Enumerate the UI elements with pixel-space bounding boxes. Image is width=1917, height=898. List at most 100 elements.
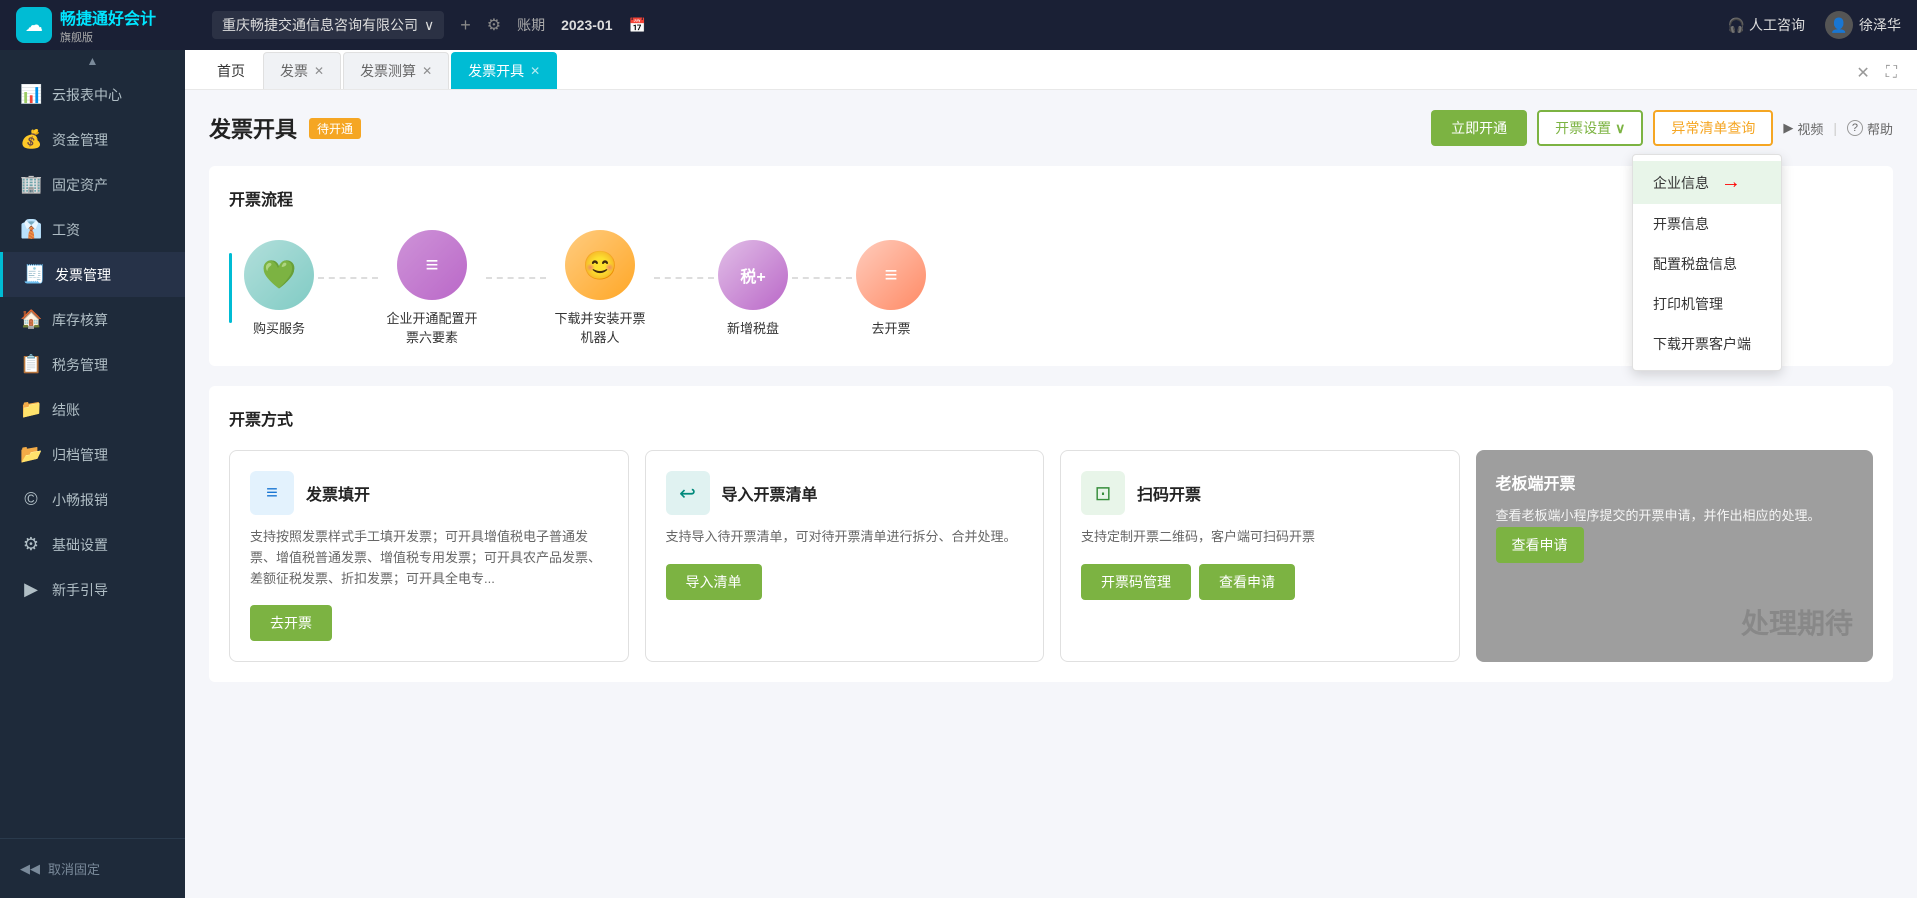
sidebar-item-salary[interactable]: 👔 工资 [0, 207, 185, 252]
dropdown-item-tax-disk[interactable]: 配置税盘信息 [1633, 244, 1781, 284]
flow-section-title: 开票流程 [229, 186, 1873, 210]
tax-icon: 📋 [20, 354, 42, 375]
boss-card-desc: 查看老板端小程序提交的开票申请，并作出相应的处理。 [1496, 506, 1854, 527]
sidebar-item-archive[interactable]: 📂 归档管理 [0, 432, 185, 477]
sidebar-item-invoice[interactable]: 🧾 发票管理 [0, 252, 185, 297]
chevron-down-icon: ∨ [424, 17, 434, 34]
boss-view-apply-button[interactable]: 查看申请 [1496, 527, 1584, 563]
sidebar-item-capital[interactable]: 💰 资金管理 [0, 117, 185, 162]
sidebar-item-tax[interactable]: 📋 税务管理 [0, 342, 185, 387]
logo-area: ☁ 畅捷通好会计 旗舰版 [16, 5, 196, 45]
main-layout: ▲ 📊 云报表中心 💰 资金管理 🏢 固定资产 👔 工资 🧾 发票管理 [0, 50, 1917, 898]
sidebar-item-label: 税务管理 [52, 355, 108, 375]
method-scan-desc: 支持定制开票二维码，客户端可扫码开票 [1081, 527, 1439, 548]
logo-icon: ☁ [16, 7, 52, 43]
method-scan-header: ⊡ 扫码开票 [1081, 471, 1439, 515]
tab-home[interactable]: 首页 [201, 53, 261, 89]
sidebar-item-label: 新手引导 [52, 580, 108, 600]
tab-invoice-issue[interactable]: 发票开具 ✕ [451, 52, 557, 89]
content-area: 首页 发票 ✕ 发票测算 ✕ 发票开具 ✕ ✕ ⛶ [185, 50, 1917, 898]
collapse-icon: ◀◀ [20, 861, 40, 877]
flow-step-config: ≡ 企业开通配置开票六要素 [382, 230, 482, 346]
settings-button[interactable]: 开票设置 ∨ [1537, 110, 1643, 146]
method-fill-icon: ≡ [250, 471, 294, 515]
tab-invoice-calc[interactable]: 发票测算 ✕ [343, 52, 449, 89]
period-value: 2023-01 [561, 17, 612, 33]
tab-invoice-issue-close[interactable]: ✕ [530, 64, 540, 78]
sidebar-scroll-up[interactable]: ▲ [0, 50, 185, 72]
dropdown-item-invoice-info[interactable]: 开票信息 [1633, 204, 1781, 244]
flow-step-issue: ≡ 去开票 [856, 240, 926, 337]
method-scan-icon: ⊡ [1081, 471, 1125, 515]
sidebar-item-closing[interactable]: 📁 结账 [0, 387, 185, 432]
red-arrow-icon: → [1721, 171, 1741, 193]
abnormal-list-button[interactable]: 异常清单查询 [1653, 110, 1773, 146]
dropdown-item-printer[interactable]: 打印机管理 [1633, 284, 1781, 324]
tab-invoice[interactable]: 发票 ✕ [263, 52, 341, 89]
dropdown-item-label: 企业信息 [1653, 175, 1709, 191]
sidebar-item-cloud-reports[interactable]: 📊 云报表中心 [0, 72, 185, 117]
settings-sidebar-icon: ⚙ [20, 534, 42, 555]
flow-steps: 💚 购买服务 ≡ 企业开通配置开票六要素 😊 下载并安装开票机器人 [229, 230, 1873, 346]
step-config-label: 企业开通配置开票六要素 [382, 308, 482, 346]
method-card-scan: ⊡ 扫码开票 支持定制开票二维码，客户端可扫码开票 开票码管理 查看申请 [1060, 450, 1460, 662]
scan-qr-manage-button[interactable]: 开票码管理 [1081, 564, 1191, 600]
collapse-label: 取消固定 [48, 859, 100, 878]
tab-maximize-button[interactable]: ⛶ [1882, 62, 1901, 84]
sidebar-collapse-button[interactable]: ◀◀ 取消固定 [0, 849, 185, 888]
consult-button[interactable]: 🎧 人工咨询 [1728, 15, 1805, 35]
archive-icon: 📂 [20, 444, 42, 465]
reimbursement-icon: © [20, 489, 42, 510]
scan-view-apply-button[interactable]: 查看申请 [1199, 564, 1295, 600]
tab-invoice-issue-label: 发票开具 [468, 61, 524, 81]
help-button[interactable]: ? 帮助 [1847, 119, 1893, 138]
step-config-icon: ≡ [397, 230, 467, 300]
invoice-icon: 🧾 [23, 264, 45, 285]
fill-invoice-button[interactable]: 去开票 [250, 605, 332, 641]
import-list-button[interactable]: 导入清单 [666, 564, 762, 600]
tab-invoice-close[interactable]: ✕ [314, 64, 324, 78]
sidebar-scroll: 📊 云报表中心 💰 资金管理 🏢 固定资产 👔 工资 🧾 发票管理 🏠 [0, 72, 185, 838]
sidebar-item-fixed-assets[interactable]: 🏢 固定资产 [0, 162, 185, 207]
sidebar-item-guide[interactable]: ▶ 新手引导 [0, 567, 185, 612]
method-section: 开票方式 ≡ 发票填开 支持按照发票样式手工填开发票；可开具增值税电子普通发票、… [209, 386, 1893, 682]
top-bar: ☁ 畅捷通好会计 旗舰版 重庆畅捷交通信息咨询有限公司 ∨ + ⚙ 账期 202… [0, 0, 1917, 50]
tab-close-all-button[interactable]: ✕ [1852, 61, 1873, 85]
user-area[interactable]: 👤 徐泽华 [1825, 11, 1901, 39]
dropdown-item-download-client[interactable]: 下载开票客户端 [1633, 324, 1781, 364]
step-buy-icon: 💚 [244, 240, 314, 310]
boss-card-title: 老板端开票 [1496, 470, 1854, 494]
step-download-icon: 😊 [565, 230, 635, 300]
avatar: 👤 [1825, 11, 1853, 39]
method-import-header: ↩ 导入开票清单 [666, 471, 1024, 515]
tab-invoice-calc-close[interactable]: ✕ [422, 64, 432, 78]
headset-icon: 🎧 [1728, 17, 1745, 34]
flow-step-taxdisk: 税+ 新增税盘 [718, 240, 788, 337]
company-name: 重庆畅捷交通信息咨询有限公司 [222, 15, 418, 35]
company-selector[interactable]: 重庆畅捷交通信息咨询有限公司 ∨ [212, 11, 444, 39]
activate-button[interactable]: 立即开通 [1431, 110, 1527, 146]
period-label: 账期 [517, 15, 545, 35]
guide-icon: ▶ [20, 579, 42, 600]
settings-arrow-icon: ∨ [1615, 120, 1625, 137]
settings-button-label: 开票设置 [1555, 118, 1611, 138]
sidebar-item-reimbursement[interactable]: © 小畅报销 [0, 477, 185, 522]
top-bar-right: 🎧 人工咨询 👤 徐泽华 [1728, 11, 1901, 39]
user-name: 徐泽华 [1859, 15, 1901, 35]
sidebar-item-settings[interactable]: ⚙ 基础设置 [0, 522, 185, 567]
sidebar-item-inventory[interactable]: 🏠 库存核算 [0, 297, 185, 342]
method-card-fill: ≡ 发票填开 支持按照发票样式手工填开发票；可开具增值税电子普通发票、增值税普通… [229, 450, 629, 662]
calendar-icon[interactable]: 📅 [629, 17, 646, 34]
step-taxdisk-icon: 税+ [718, 240, 788, 310]
logo-text: 畅捷通好会计 [60, 5, 156, 29]
boss-card: 老板端开票 查看老板端小程序提交的开票申请，并作出相应的处理。 处理期待 查看申… [1476, 450, 1874, 662]
method-fill-header: ≡ 发票填开 [250, 471, 608, 515]
video-button[interactable]: ▶ 视频 [1783, 119, 1823, 138]
dropdown-item-company-info[interactable]: 企业信息 → [1633, 161, 1781, 204]
settings-icon[interactable]: ⚙ [487, 15, 501, 35]
sidebar-item-label: 结账 [52, 400, 80, 420]
inventory-icon: 🏠 [20, 309, 42, 330]
tab-invoice-calc-label: 发票测算 [360, 61, 416, 81]
video-icon: ▶ [1783, 120, 1793, 136]
add-icon[interactable]: + [460, 15, 471, 36]
